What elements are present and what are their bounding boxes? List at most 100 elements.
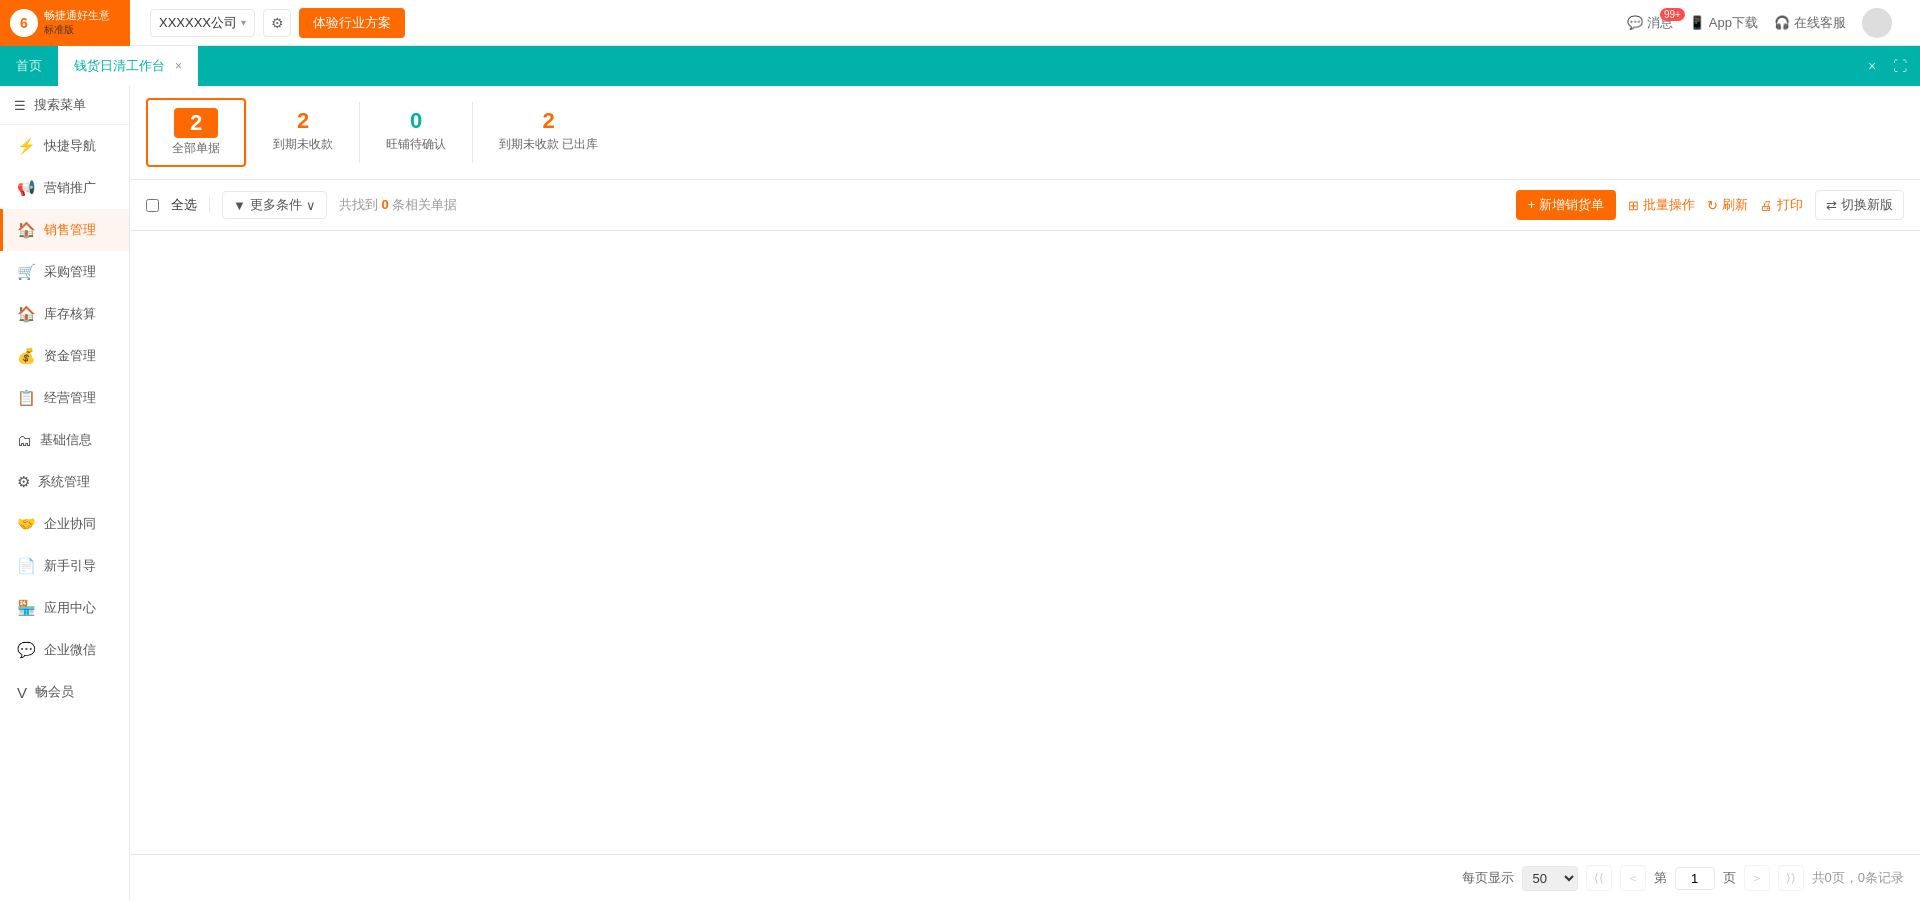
filter-button[interactable]: ▼ 更多条件 ∨ [222, 191, 327, 219]
fullscreen-icon: ⛶ [1893, 58, 1907, 74]
cart-icon: 🛒 [17, 263, 36, 281]
logo-area: 6 畅捷通好生意 标准版 [0, 0, 130, 46]
sidebar-item-purchase[interactable]: 🛒 采购管理 [0, 251, 129, 293]
sidebar-label-wechat: 企业微信 [44, 641, 96, 659]
sidebar-label-guide: 新手引导 [44, 557, 96, 575]
stat-card-overdue[interactable]: 2 到期未收款 [247, 98, 359, 167]
lightning-icon: ⚡ [17, 137, 36, 155]
search-menu-icon: ☰ [14, 98, 26, 113]
sidebar-label-sales: 销售管理 [44, 221, 96, 239]
close-icon: × [1868, 58, 1876, 74]
sidebar-label-marketing: 营销推广 [44, 179, 96, 197]
sidebar-search[interactable]: ☰ 搜索菜单 [0, 86, 129, 125]
app-download-button[interactable]: 📱 App下载 [1689, 14, 1758, 32]
stat-label-overdue: 到期未收款 [273, 136, 333, 153]
stat-label-shipped: 到期未收款 已出库 [499, 136, 598, 153]
tab-money-goods[interactable]: 钱货日清工作台 × [58, 46, 198, 86]
settings-button[interactable]: ⚙ [263, 9, 291, 37]
sidebar-item-inventory[interactable]: 🏠 库存核算 [0, 293, 129, 335]
toolbar-divider-1 [209, 197, 210, 213]
home-icon: 🏠 [17, 221, 36, 239]
wechat-icon: 💬 [17, 641, 36, 659]
sidebar-item-wechat[interactable]: 💬 企业微信 [0, 629, 129, 671]
sidebar-label-operations: 经营管理 [44, 389, 96, 407]
batch-label: 批量操作 [1643, 196, 1695, 214]
print-label: 打印 [1777, 196, 1803, 214]
experience-button[interactable]: 体验行业方案 [299, 8, 405, 38]
page-size-select[interactable]: 20 50 100 200 [1522, 866, 1578, 891]
stat-number-pending: 0 [410, 108, 422, 134]
sidebar-item-sales[interactable]: 🏠 销售管理 [0, 209, 129, 251]
money-goods-tab-label: 钱货日清工作台 [74, 57, 165, 75]
next-page-button[interactable]: ＞ [1744, 865, 1770, 891]
close-tab-action[interactable]: × [1860, 54, 1884, 78]
select-all-label: 全选 [171, 196, 197, 214]
found-suffix: 条相关单据 [392, 197, 457, 212]
last-page-button[interactable]: ⟩⟩ [1778, 865, 1804, 891]
sidebar-item-finance[interactable]: 💰 资金管理 [0, 335, 129, 377]
page-size-label: 每页显示 [1462, 869, 1514, 887]
chevron-icon: ∨ [306, 198, 316, 213]
message-icon: 💬 [1627, 15, 1643, 30]
sidebar-label-member: 畅会员 [35, 683, 74, 701]
tab-home[interactable]: 首页 [0, 46, 58, 86]
enterprise-icon: 🤝 [17, 515, 36, 533]
company-name: XXXXXX公司 [159, 14, 237, 32]
filter-label: 更多条件 [250, 196, 302, 214]
stat-number-overdue: 2 [297, 108, 309, 134]
sidebar-item-app-center[interactable]: 🏪 应用中心 [0, 587, 129, 629]
found-text: 共找到 0 条相关单据 [339, 196, 457, 214]
first-page-button[interactable]: ⟨⟨ [1586, 865, 1612, 891]
sidebar-item-enterprise[interactable]: 🤝 企业协同 [0, 503, 129, 545]
message-button[interactable]: 💬 消息 99+ [1627, 14, 1673, 32]
pagination-bar: 每页显示 20 50 100 200 ⟨⟨ ＜ 第 1 页 ＞ ⟩⟩ 共0页，0… [130, 854, 1920, 901]
add-sales-order-button[interactable]: + 新增销货单 [1516, 190, 1616, 220]
total-info: 共0页，0条记录 [1812, 869, 1904, 887]
online-service-label: 在线客服 [1794, 14, 1846, 32]
print-icon: 🖨 [1760, 198, 1773, 213]
switch-version-button[interactable]: ⇄ 切换新版 [1815, 190, 1904, 220]
tab-bar: 首页 钱货日清工作台 × × ⛶ [0, 46, 1920, 86]
sidebar-item-quick-nav[interactable]: ⚡ 快捷导航 [0, 125, 129, 167]
stat-card-pending[interactable]: 0 旺铺待确认 [360, 98, 472, 167]
company-selector[interactable]: XXXXXX公司 ▾ [150, 9, 255, 37]
select-all-checkbox[interactable] [146, 199, 159, 212]
clipboard-icon: 📋 [17, 389, 36, 407]
sidebar-item-guide[interactable]: 📄 新手引导 [0, 545, 129, 587]
page-input[interactable]: 1 [1675, 867, 1715, 890]
fullscreen-tab-action[interactable]: ⛶ [1888, 54, 1912, 78]
online-service-button[interactable]: 🎧 在线客服 [1774, 14, 1846, 32]
headset-icon: 🎧 [1774, 15, 1790, 30]
avatar[interactable] [1862, 8, 1892, 38]
sidebar-label-enterprise: 企业协同 [44, 515, 96, 533]
batch-operation-button[interactable]: ⊞ 批量操作 [1628, 196, 1695, 214]
search-menu-label: 搜索菜单 [34, 96, 86, 114]
message-badge: 99+ [1660, 8, 1685, 21]
stat-label-pending: 旺铺待确认 [386, 136, 446, 153]
sidebar-item-marketing[interactable]: 📢 营销推广 [0, 167, 129, 209]
guide-icon: 📄 [17, 557, 36, 575]
sidebar-item-member[interactable]: V 畅会员 [0, 671, 129, 713]
tab-close-icon[interactable]: × [175, 59, 182, 73]
sidebar-label-purchase: 采购管理 [44, 263, 96, 281]
refresh-button[interactable]: ↻ 刷新 [1707, 196, 1748, 214]
header-left: 6 畅捷通好生意 标准版 XXXXXX公司 ▾ ⚙ 体验行业方案 [0, 0, 405, 46]
sidebar-item-system[interactable]: ⚙ 系统管理 [0, 461, 129, 503]
logo-title: 畅捷通好生意 [44, 8, 110, 22]
stat-label-all: 全部单据 [172, 140, 220, 157]
switch-icon: ⇄ [1826, 198, 1837, 213]
sidebar-item-operations[interactable]: 📋 经营管理 [0, 377, 129, 419]
refresh-icon: ↻ [1707, 198, 1718, 213]
stat-card-all[interactable]: 2 全部单据 [146, 98, 246, 167]
logo-text-group: 畅捷通好生意 标准版 [44, 8, 110, 36]
sidebar-item-basic-info[interactable]: 🗂 基础信息 [0, 419, 129, 461]
stat-card-shipped[interactable]: 2 到期未收款 已出库 [473, 98, 624, 167]
prev-page-button[interactable]: ＜ [1620, 865, 1646, 891]
member-icon: V [17, 684, 27, 701]
inventory-icon: 🏠 [17, 305, 36, 323]
toolbar: 全选 ▼ 更多条件 ∨ 共找到 0 条相关单据 + 新增销货单 ⊞ 批量操作 ↻ [130, 180, 1920, 231]
switch-label: 切换新版 [1841, 196, 1893, 214]
page-label: 第 [1654, 869, 1667, 887]
print-button[interactable]: 🖨 打印 [1760, 196, 1803, 214]
toolbar-right: + 新增销货单 ⊞ 批量操作 ↻ 刷新 🖨 打印 ⇄ 切换新版 [1516, 190, 1904, 220]
